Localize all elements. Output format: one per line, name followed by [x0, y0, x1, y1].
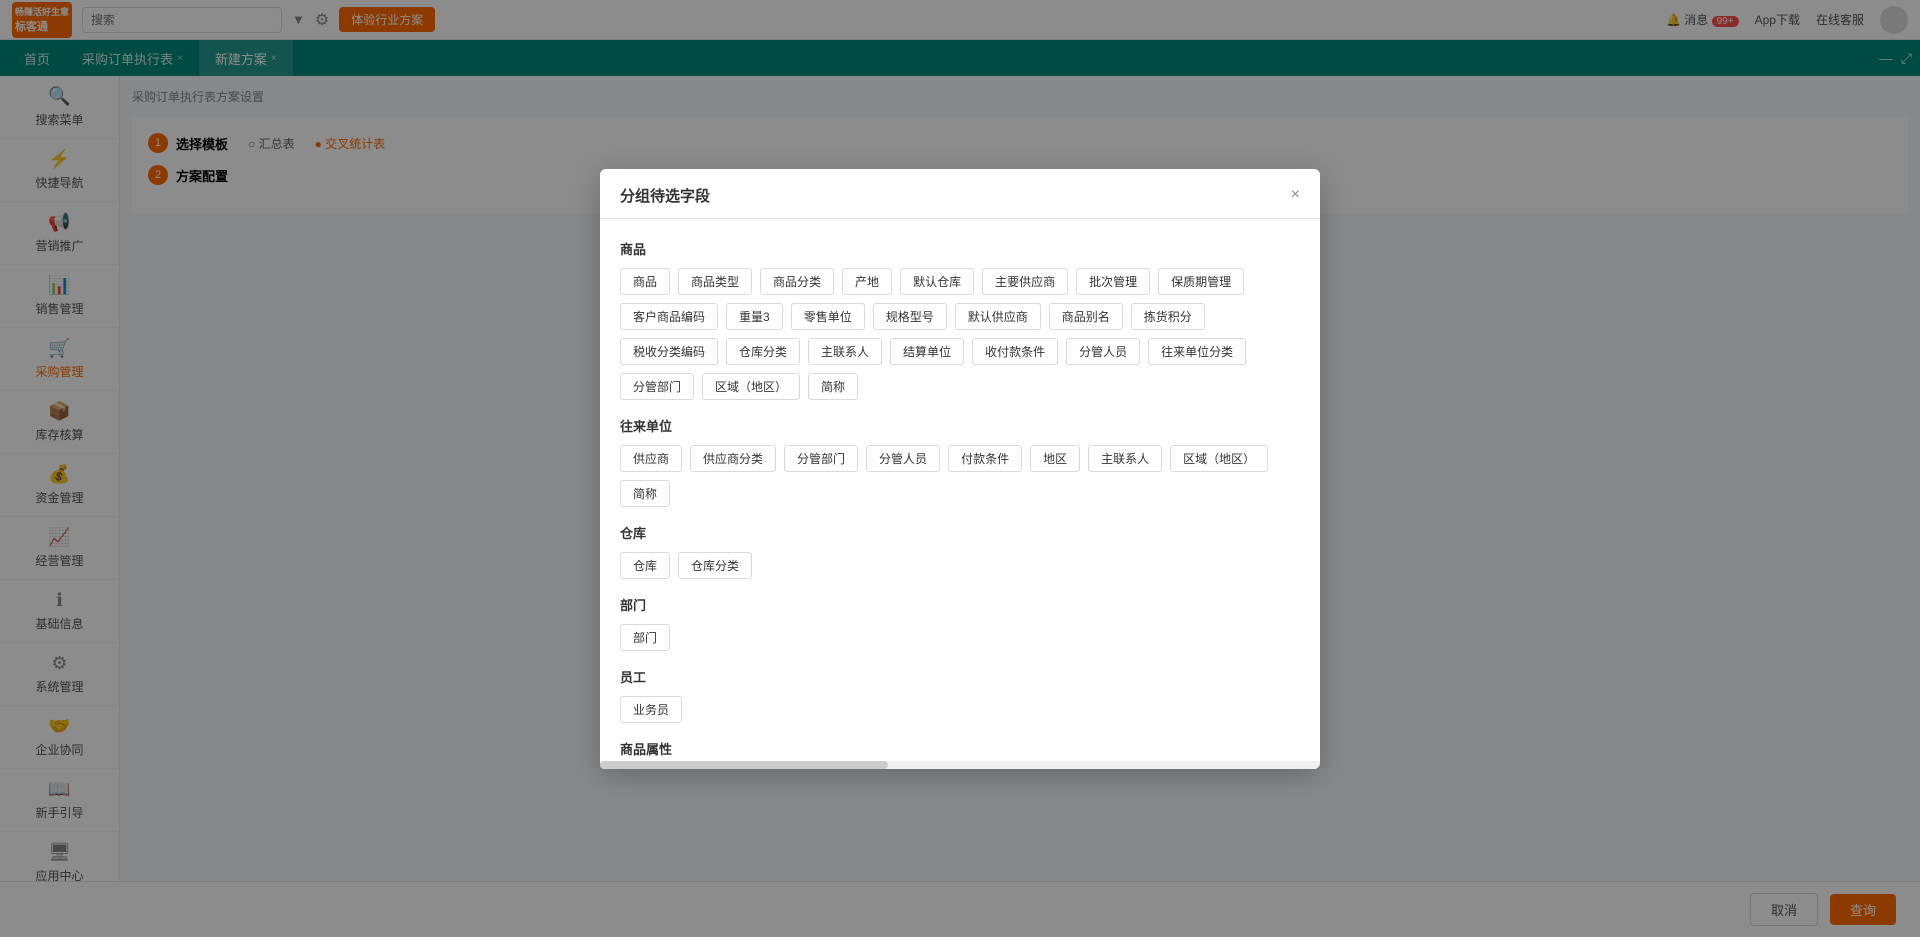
field-tag-商品[interactable]: 商品 [620, 268, 670, 295]
field-tag-收付款条件[interactable]: 收付款条件 [972, 338, 1058, 365]
field-tag-仓库[interactable]: 仓库 [620, 552, 670, 579]
field-tag-零售单位[interactable]: 零售单位 [791, 303, 865, 330]
field-tag-主要供应商[interactable]: 主要供应商 [982, 268, 1068, 295]
field-tag-分管部门[interactable]: 分管部门 [620, 373, 694, 400]
field-tag-批次管理[interactable]: 批次管理 [1076, 268, 1150, 295]
field-tag-仓库分类[interactable]: 仓库分类 [726, 338, 800, 365]
section-title-department: 部门 [620, 595, 1300, 614]
field-tag-地区[interactable]: 地区 [1030, 445, 1080, 472]
field-tag-区域（地区）[interactable]: 区域（地区） [1170, 445, 1268, 472]
modal-dialog: 分组待选字段 × 商品 商品商品类型商品分类产地默认仓库主要供应商批次管理保质期… [600, 169, 1320, 769]
field-tag-主联系人[interactable]: 主联系人 [1088, 445, 1162, 472]
field-group-employee: 业务员 [620, 696, 1300, 723]
field-group-department: 部门 [620, 624, 1300, 651]
field-group-partner: 供应商供应商分类分管部门分管人员付款条件地区主联系人区域（地区） 简称 [620, 445, 1300, 507]
field-tag-分管部门[interactable]: 分管部门 [784, 445, 858, 472]
field-tag-供应商分类[interactable]: 供应商分类 [690, 445, 776, 472]
field-tag-付款条件[interactable]: 付款条件 [948, 445, 1022, 472]
field-tag-商品别名[interactable]: 商品别名 [1049, 303, 1123, 330]
field-group-warehouse: 仓库仓库分类 [620, 552, 1300, 579]
field-tag-部门[interactable]: 部门 [620, 624, 670, 651]
modal-body[interactable]: 商品 商品商品类型商品分类产地默认仓库主要供应商批次管理保质期管理客户商品编码重… [600, 219, 1320, 761]
modal-header: 分组待选字段 × [600, 169, 1320, 219]
section-title-employee: 员工 [620, 667, 1300, 686]
field-tag-业务员[interactable]: 业务员 [620, 696, 682, 723]
modal-overlay: 分组待选字段 × 商品 商品商品类型商品分类产地默认仓库主要供应商批次管理保质期… [0, 0, 1920, 937]
field-tag-拣货积分[interactable]: 拣货积分 [1131, 303, 1205, 330]
modal-title: 分组待选字段 [620, 185, 710, 206]
field-tag-规格型号[interactable]: 规格型号 [873, 303, 947, 330]
modal-close-button[interactable]: × [1291, 186, 1300, 204]
field-tag-税收分类编码[interactable]: 税收分类编码 [620, 338, 718, 365]
field-tag-商品分类[interactable]: 商品分类 [760, 268, 834, 295]
field-tag-保质期管理[interactable]: 保质期管理 [1158, 268, 1244, 295]
field-tag-分管人员[interactable]: 分管人员 [866, 445, 940, 472]
field-tag-简称[interactable]: 简称 [620, 480, 670, 507]
field-tag-简称[interactable]: 简称 [808, 373, 858, 400]
field-tag-重量3[interactable]: 重量3 [726, 303, 783, 330]
section-title-goods-attr: 商品属性 [620, 739, 1300, 758]
field-tag-商品类型[interactable]: 商品类型 [678, 268, 752, 295]
modal-hscroll-thumb [600, 761, 888, 769]
field-tag-客户商品编码[interactable]: 客户商品编码 [620, 303, 718, 330]
field-tag-供应商[interactable]: 供应商 [620, 445, 682, 472]
section-title-goods: 商品 [620, 239, 1300, 258]
field-tag-默认供应商[interactable]: 默认供应商 [955, 303, 1041, 330]
section-title-partner: 往来单位 [620, 416, 1300, 435]
field-tag-结算单位[interactable]: 结算单位 [890, 338, 964, 365]
field-tag-区域（地区）[interactable]: 区域（地区） [702, 373, 800, 400]
modal-hscroll[interactable] [600, 761, 1320, 769]
field-tag-默认仓库[interactable]: 默认仓库 [900, 268, 974, 295]
field-tag-产地[interactable]: 产地 [842, 268, 892, 295]
field-tag-往来单位分类[interactable]: 往来单位分类 [1148, 338, 1246, 365]
field-group-goods: 商品商品类型商品分类产地默认仓库主要供应商批次管理保质期管理客户商品编码重量3 零… [620, 268, 1300, 400]
field-tag-仓库分类[interactable]: 仓库分类 [678, 552, 752, 579]
field-tag-主联系人[interactable]: 主联系人 [808, 338, 882, 365]
section-title-warehouse: 仓库 [620, 523, 1300, 542]
field-tag-分管人员[interactable]: 分管人员 [1066, 338, 1140, 365]
